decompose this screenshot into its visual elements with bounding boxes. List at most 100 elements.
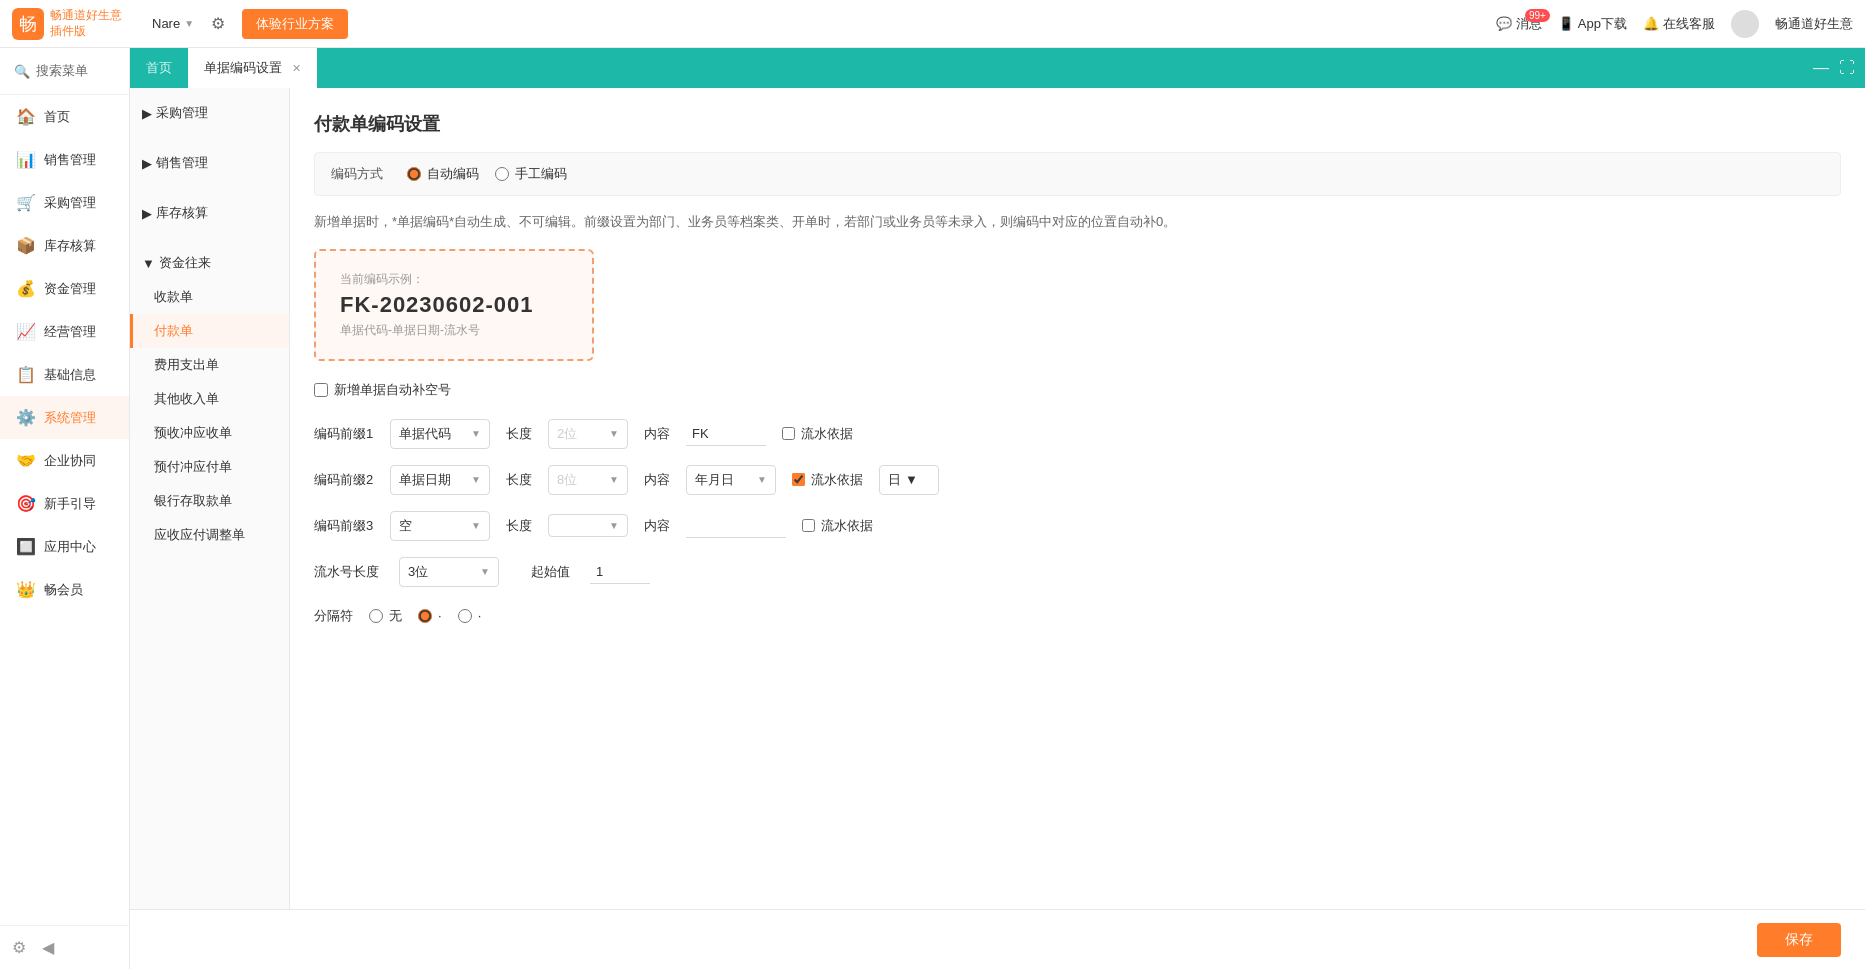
day-select[interactable]: 日 ▼	[879, 465, 939, 495]
sidebar-item-enterprise-label: 企业协同	[44, 452, 96, 470]
company-select[interactable]: Nare ▼	[152, 16, 194, 31]
code-example-label: 当前编码示例：	[340, 271, 568, 288]
topbar: 畅 畅通道好生意 插件版 Nare ▼ ⚙ 体验行业方案 💬 消息 99+ 📱 …	[0, 0, 1865, 48]
main-panel: 付款单编码设置 编码方式 自动编码 手工编码	[290, 88, 1865, 909]
serial-length-arrow-icon: ▼	[480, 566, 490, 577]
serial1-checkbox[interactable]	[782, 427, 795, 440]
tab-close-icon[interactable]: ✕	[292, 62, 301, 75]
save-button[interactable]: 保存	[1757, 923, 1841, 957]
auto-radio-item[interactable]: 自动编码	[407, 165, 479, 183]
sidebar-item-inventory-label: 库存核算	[44, 237, 96, 255]
sidebar-item-finance[interactable]: 💰 资金管理	[0, 267, 129, 310]
app-download-button[interactable]: 📱 App下载	[1558, 15, 1627, 33]
sep-dot-radio[interactable]	[418, 609, 432, 623]
system-icon: ⚙️	[16, 408, 36, 427]
sub-sidebar-payment[interactable]: 付款单	[130, 314, 289, 348]
topbar-right: 💬 消息 99+ 📱 App下载 🔔 在线客服 畅通道好生意	[1496, 10, 1853, 38]
sidebar-item-enterprise[interactable]: 🤝 企业协同	[0, 439, 129, 482]
serial1-checkbox-group: 流水依据	[782, 425, 853, 443]
chevron-right-icon2: ▶	[142, 156, 152, 171]
sidebar-collapse-icon[interactable]: ◀	[42, 938, 54, 957]
length1-label: 长度	[506, 425, 532, 443]
sep-other-item[interactable]: ·	[458, 608, 482, 623]
start-value-input[interactable]	[590, 560, 650, 584]
auto-fill-row[interactable]: 新增单据自动补空号	[314, 381, 1841, 399]
serial-length-select[interactable]: 3位 ▼	[399, 557, 499, 587]
sub-sidebar-other-income[interactable]: 其他收入单	[130, 382, 289, 416]
sub-sidebar-inventory-title[interactable]: ▶ 库存核算	[130, 196, 289, 230]
tab-coding[interactable]: 单据编码设置 ✕	[188, 48, 317, 88]
sidebar-item-guide[interactable]: 🎯 新手引导	[0, 482, 129, 525]
serial3-checkbox-group: 流水依据	[802, 517, 873, 535]
sidebar-search-area: 🔍 搜索菜单	[0, 48, 129, 95]
prefix3-row: 编码前缀3 空 ▼ 长度 ▼ 内容 流水依据	[314, 511, 1841, 541]
prefix3-value: 空	[399, 517, 412, 535]
messages-button[interactable]: 💬 消息 99+	[1496, 15, 1542, 33]
auto-fill-checkbox[interactable]	[314, 383, 328, 397]
finance-icon: 💰	[16, 279, 36, 298]
download-icon: 📱	[1558, 16, 1574, 31]
length2-arrow-icon: ▼	[609, 474, 619, 485]
serial3-checkbox[interactable]	[802, 519, 815, 532]
sub-sidebar-purchase-title[interactable]: ▶ 采购管理	[130, 96, 289, 130]
sidebar-item-apps[interactable]: 🔲 应用中心	[0, 525, 129, 568]
length2-select[interactable]: 8位 ▼	[548, 465, 628, 495]
sidebar-item-inventory[interactable]: 📦 库存核算	[0, 224, 129, 267]
sidebar-item-apps-label: 应用中心	[44, 538, 96, 556]
online-service-button[interactable]: 🔔 在线客服	[1643, 15, 1715, 33]
sidebar-item-purchase[interactable]: 🛒 采购管理	[0, 181, 129, 224]
manual-radio-input[interactable]	[495, 167, 509, 181]
prefix1-select[interactable]: 单据代码 ▼	[390, 419, 490, 449]
sub-sidebar-prepay-pay[interactable]: 预付冲应付单	[130, 450, 289, 484]
start-value-label: 起始值	[531, 563, 570, 581]
sub-sidebar-sales-title[interactable]: ▶ 销售管理	[130, 146, 289, 180]
enterprise-icon: 🤝	[16, 451, 36, 470]
sep-other-radio[interactable]	[458, 609, 472, 623]
tab-minimize-icon[interactable]: —	[1813, 59, 1829, 77]
tab-maximize-icon[interactable]: ⛶	[1839, 59, 1855, 77]
sub-sidebar-receipt[interactable]: 收款单	[130, 280, 289, 314]
sidebar-item-member[interactable]: 👑 畅会员	[0, 568, 129, 611]
sidebar-item-operation[interactable]: 📈 经营管理	[0, 310, 129, 353]
sidebar-item-sales[interactable]: 📊 销售管理	[0, 138, 129, 181]
sub-sidebar: ▶ 采购管理 ▶ 销售管理 ▶ 库存核算	[130, 88, 290, 909]
sep-none-item[interactable]: 无	[369, 607, 402, 625]
sidebar-settings-icon[interactable]: ⚙	[12, 938, 26, 957]
content2-select[interactable]: 年月日 ▼	[686, 465, 776, 495]
content3-label: 内容	[644, 517, 670, 535]
length1-select[interactable]: 2位 ▼	[548, 419, 628, 449]
content1-input[interactable]	[686, 422, 766, 446]
sub-sidebar-adjust[interactable]: 应收应付调整单	[130, 518, 289, 552]
trial-button[interactable]: 体验行业方案	[242, 9, 348, 39]
sidebar-item-member-label: 畅会员	[44, 581, 83, 599]
code-example-box: 当前编码示例： FK-20230602-001 单据代码-单据日期-流水号	[314, 249, 594, 361]
serial2-checkbox[interactable]	[792, 473, 805, 486]
sidebar-item-purchase-label: 采购管理	[44, 194, 96, 212]
prefix2-label: 编码前缀2	[314, 471, 374, 489]
sidebar-item-home[interactable]: 🏠 首页	[0, 95, 129, 138]
sidebar-item-operation-label: 经营管理	[44, 323, 96, 341]
prefix2-select[interactable]: 单据日期 ▼	[390, 465, 490, 495]
sub-sidebar-capital-title[interactable]: ▼ 资金往来	[130, 246, 289, 280]
avatar[interactable]	[1731, 10, 1759, 38]
auto-radio-input[interactable]	[407, 167, 421, 181]
settings-icon[interactable]: ⚙	[204, 10, 232, 38]
service-label: 在线客服	[1663, 15, 1715, 33]
content3-input[interactable]	[686, 514, 786, 538]
prefix3-label: 编码前缀3	[314, 517, 374, 535]
bottom-bar: 保存	[130, 909, 1865, 969]
sub-sidebar-bank[interactable]: 银行存取款单	[130, 484, 289, 518]
tab-home[interactable]: 首页	[130, 48, 188, 88]
manual-radio-item[interactable]: 手工编码	[495, 165, 567, 183]
search-menu-button[interactable]: 🔍 搜索菜单	[8, 58, 121, 84]
prefix3-select[interactable]: 空 ▼	[390, 511, 490, 541]
sep-dot-item[interactable]: ·	[418, 608, 442, 623]
length3-select[interactable]: ▼	[548, 514, 628, 537]
sidebar-item-base[interactable]: 📋 基础信息	[0, 353, 129, 396]
sub-sidebar-group-purchase: ▶ 采购管理	[130, 88, 289, 138]
content1-label: 内容	[644, 425, 670, 443]
sep-none-radio[interactable]	[369, 609, 383, 623]
sidebar-item-system[interactable]: ⚙️ 系统管理	[0, 396, 129, 439]
sub-sidebar-expense[interactable]: 费用支出单	[130, 348, 289, 382]
sub-sidebar-prepay-receive[interactable]: 预收冲应收单	[130, 416, 289, 450]
